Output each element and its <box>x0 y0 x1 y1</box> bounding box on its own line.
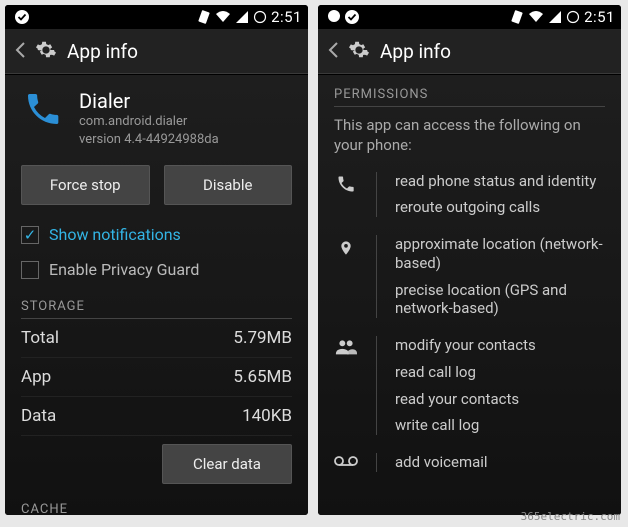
screenshot-right: 2:51 App info PERMISSIONS This app can a… <box>318 5 621 515</box>
screenshot-left: 2:51 App info Dialer com.android.dialer … <box>5 5 308 515</box>
app-info-block: Dialer com.android.dialer version 4.4-44… <box>21 75 292 161</box>
status-bar: 2:51 <box>5 5 308 29</box>
signal-icon <box>548 10 562 24</box>
content-left: Dialer com.android.dialer version 4.4-44… <box>5 75 308 515</box>
storage-data-row: Data 140KB <box>21 397 292 436</box>
status-time: 2:51 <box>271 8 302 26</box>
show-notifications-row[interactable]: ✓ Show notifications <box>21 217 292 252</box>
storage-section-title: STORAGE <box>21 287 292 319</box>
perm-item: read call log <box>395 363 605 382</box>
checkbox-unchecked-icon <box>21 261 39 279</box>
perm-group-phone: read phone status and identity reroute ou… <box>334 172 605 236</box>
force-stop-button[interactable]: Force stop <box>21 165 150 205</box>
disable-button[interactable]: Disable <box>164 165 293 205</box>
status-bar: 2:51 <box>318 5 621 29</box>
permissions-section-title: PERMISSIONS <box>334 75 605 107</box>
cache-section-title: CACHE <box>21 490 292 515</box>
rotate-icon <box>197 10 211 24</box>
phone-icon <box>21 89 65 133</box>
divider <box>376 235 377 318</box>
status-icon-check <box>344 9 360 25</box>
perm-item: modify your contacts <box>395 336 605 355</box>
app-version: version 4.4-44924988da <box>79 131 219 149</box>
wifi-icon <box>528 10 544 24</box>
rotate-icon <box>510 10 524 24</box>
storage-data-value: 140KB <box>242 406 292 426</box>
perm-item: precise location (GPS and network-based) <box>395 281 605 319</box>
divider <box>376 172 377 218</box>
app-package: com.android.dialer <box>79 113 219 131</box>
status-time: 2:51 <box>584 8 615 26</box>
back-icon[interactable] <box>15 42 25 62</box>
permissions-intro: This app can access the following on you… <box>334 107 605 172</box>
page-title: App info <box>380 40 451 63</box>
divider <box>376 453 377 472</box>
storage-app-row: App 5.65MB <box>21 358 292 397</box>
storage-app-label: App <box>21 367 51 387</box>
battery-icon <box>566 10 580 24</box>
storage-total-value: 5.79MB <box>233 328 292 348</box>
privacy-guard-label: Enable Privacy Guard <box>49 260 199 279</box>
privacy-guard-row[interactable]: Enable Privacy Guard <box>21 252 292 287</box>
perm-list: read phone status and identity reroute ou… <box>395 172 605 218</box>
battery-icon <box>253 10 267 24</box>
perm-list: add voicemail <box>395 453 605 472</box>
voicemail-icon <box>334 453 358 472</box>
storage-app-value: 5.65MB <box>233 367 292 387</box>
perm-item: read your contacts <box>395 390 605 409</box>
perm-group-location: approximate location (network-based) prec… <box>334 235 605 336</box>
app-name: Dialer <box>79 89 219 113</box>
perm-list: modify your contacts read call log read yo… <box>395 336 605 435</box>
gear-icon <box>348 39 370 65</box>
location-icon <box>334 235 358 318</box>
status-icon-dot <box>327 9 341 25</box>
phone-icon <box>334 172 358 218</box>
clear-data-button[interactable]: Clear data <box>162 444 292 484</box>
perm-item: read phone status and identity <box>395 172 605 191</box>
wifi-icon <box>215 10 231 24</box>
watermark: 365electric.com <box>521 510 620 523</box>
perm-group-voicemail: add voicemail <box>334 453 605 490</box>
storage-total-label: Total <box>21 328 59 348</box>
contacts-icon <box>334 336 358 435</box>
gear-icon <box>35 39 57 65</box>
perm-list: approximate location (network-based) prec… <box>395 235 605 318</box>
header: App info <box>5 29 308 75</box>
perm-item: reroute outgoing calls <box>395 198 605 217</box>
divider <box>376 336 377 435</box>
perm-item: write call log <box>395 416 605 435</box>
storage-data-label: Data <box>21 406 56 426</box>
perm-item: add voicemail <box>395 453 605 472</box>
show-notifications-label: Show notifications <box>49 225 181 244</box>
storage-total-row: Total 5.79MB <box>21 319 292 358</box>
perm-group-contacts: modify your contacts read call log read yo… <box>334 336 605 453</box>
page-title: App info <box>67 40 138 63</box>
content-right: PERMISSIONS This app can access the foll… <box>318 75 621 515</box>
header: App info <box>318 29 621 75</box>
back-icon[interactable] <box>328 42 338 62</box>
status-icon-check <box>14 9 30 25</box>
signal-icon <box>235 10 249 24</box>
perm-item: approximate location (network-based) <box>395 235 605 273</box>
checkbox-checked-icon: ✓ <box>21 226 39 244</box>
